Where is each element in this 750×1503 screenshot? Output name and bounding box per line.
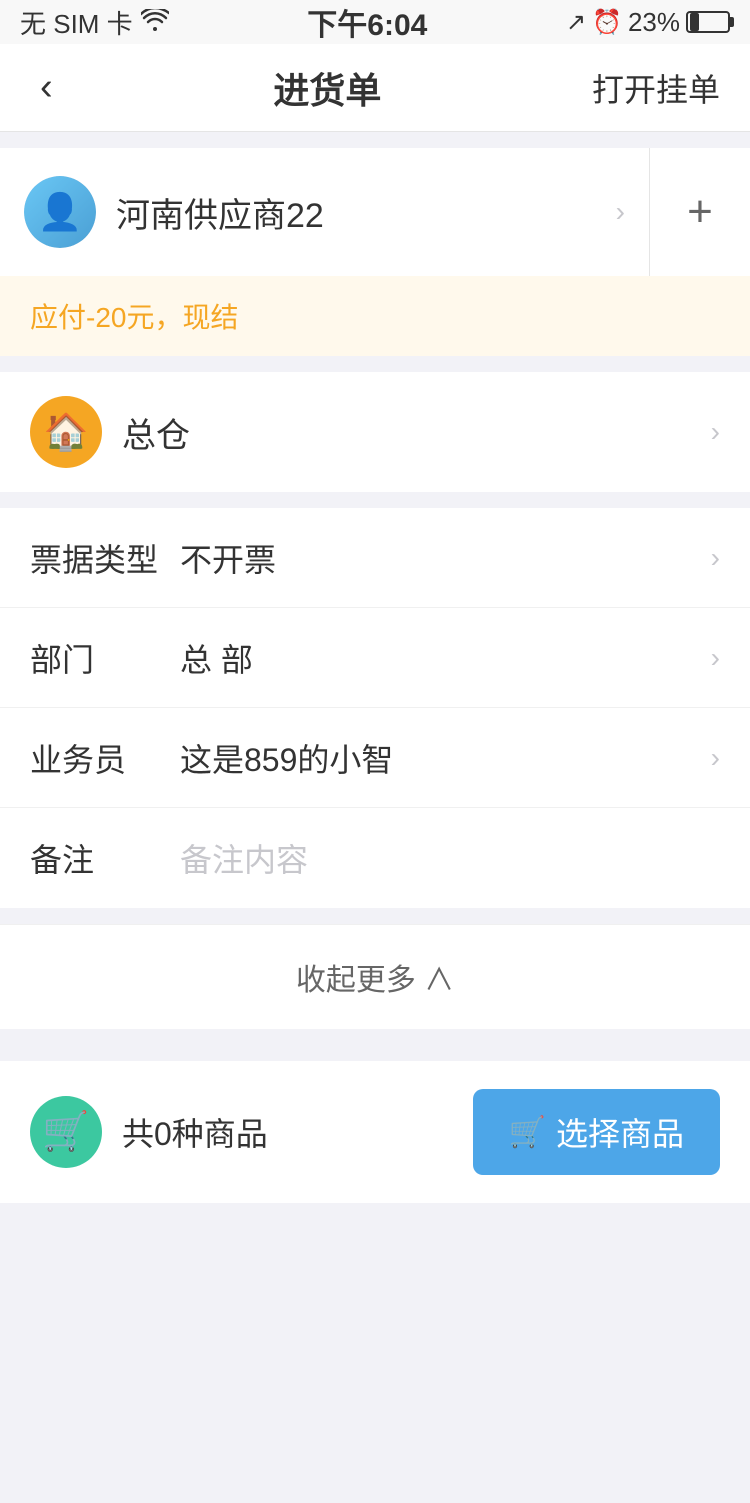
department-chevron: › [711,642,720,674]
add-supplier-button[interactable]: + [650,148,750,276]
location-icon: ↗ [566,8,586,37]
fields-section: 票据类型 不开票 › 部门 总 部 › 业务员 这是859的小智 › 备注 备注… [0,508,750,908]
warehouse-icon-symbol: 🏠 [44,411,89,453]
battery-icon [686,11,730,33]
collapse-button[interactable]: 收起更多 ∧ [0,924,750,1029]
status-left: 无 SIM 卡 [20,4,169,41]
back-button[interactable]: ‹ [30,56,63,119]
avatar-image [24,176,96,248]
battery-text: 23% [628,7,680,38]
department-value: 总 部 [180,635,701,681]
salesperson-value: 这是859的小智 [180,735,701,781]
warehouse-row[interactable]: 🏠 总仓 › [0,372,750,492]
supplier-select-row[interactable]: 河南供应商22 › [0,148,650,276]
status-right: ↗ ⏰ 23% [566,7,730,38]
product-section: 🛒 共0种商品 🛒 选择商品 [0,1061,750,1203]
collapse-label: 收起更多 ∧ [296,955,454,999]
select-product-icon: 🛒 [509,1115,546,1150]
warehouse-chevron-icon: › [711,416,720,448]
wifi-icon [141,7,169,38]
select-product-label: 选择商品 [556,1109,684,1155]
remark-label: 备注 [30,835,160,881]
salesperson-row[interactable]: 业务员 这是859的小智 › [0,708,750,808]
department-label: 部门 [30,635,160,681]
nav-bar: ‹ 进货单 打开挂单 [0,44,750,132]
invoice-type-row[interactable]: 票据类型 不开票 › [0,508,750,608]
supplier-chevron-icon: › [616,196,625,228]
remark-input[interactable]: 备注内容 [180,835,720,881]
salesperson-chevron: › [711,742,720,774]
product-icon: 🛒 [30,1096,102,1168]
warehouse-icon: 🏠 [30,396,102,468]
invoice-type-chevron: › [711,542,720,574]
alarm-icon: ⏰ [592,8,622,37]
add-icon: + [687,187,713,237]
invoice-type-value: 不开票 [180,535,701,581]
supplier-section: 河南供应商22 › + [0,148,750,276]
select-product-button[interactable]: 🛒 选择商品 [473,1089,720,1175]
status-bar: 无 SIM 卡 下午6:04 ↗ ⏰ 23% [0,0,750,44]
warehouse-name: 总仓 [122,408,701,457]
product-count: 共0种商品 [122,1109,473,1155]
status-time: 下午6:04 [307,0,427,44]
supplier-name: 河南供应商22 [116,188,606,237]
product-icon-symbol: 🛒 [42,1110,89,1154]
notice-bar: 应付-20元，现结 [0,276,750,356]
carrier-text: 无 SIM 卡 [20,4,133,41]
main-content: 河南供应商22 › + 应付-20元，现结 🏠 总仓 › 票据类型 不开票 › … [0,132,750,1503]
invoice-type-label: 票据类型 [30,535,160,581]
page-title: 进货单 [273,62,381,114]
salesperson-label: 业务员 [30,735,160,781]
notice-text: 应付-20元，现结 [30,302,238,333]
supplier-avatar [24,176,96,248]
remark-row[interactable]: 备注 备注内容 [0,808,750,908]
department-row[interactable]: 部门 总 部 › [0,608,750,708]
open-pending-button[interactable]: 打开挂单 [592,65,720,111]
